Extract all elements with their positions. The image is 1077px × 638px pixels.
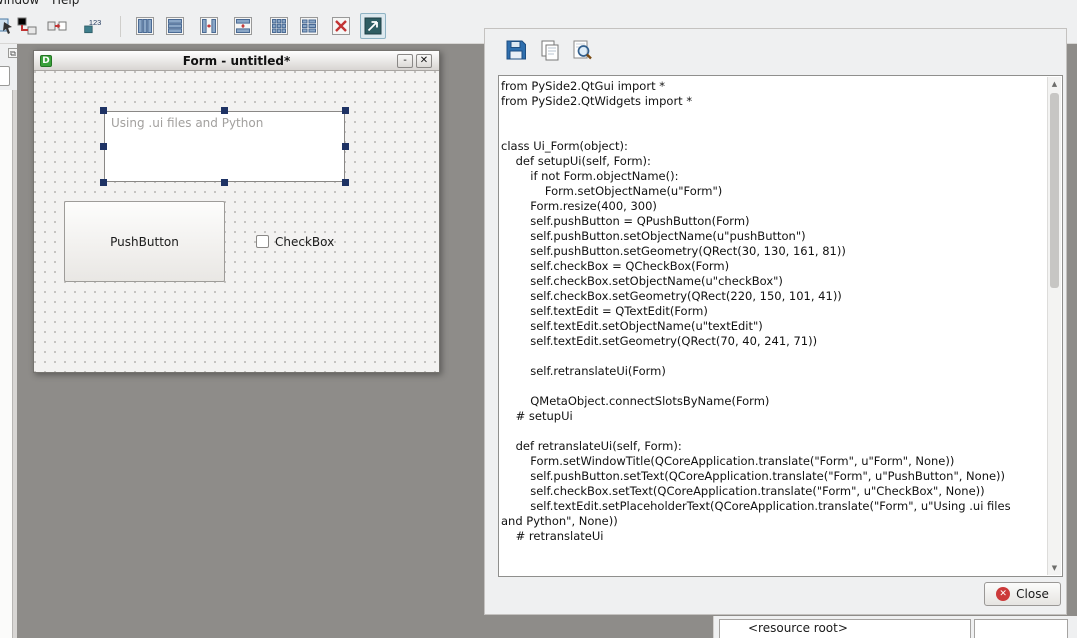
code-line <box>501 349 1045 364</box>
layout-grid-icon[interactable] <box>266 13 292 39</box>
widget-filter-input[interactable] <box>0 66 10 86</box>
menubar: Window Help <box>0 0 1077 9</box>
code-lines: from PySide2.QtGui import *from PySide2.… <box>501 79 1045 574</box>
selection-handle-top-right[interactable] <box>342 107 349 114</box>
close-button-form[interactable]: ✕ <box>416 54 432 68</box>
code-line: self.textEdit = QTextEdit(Form) <box>501 304 1045 319</box>
menu-window[interactable]: Window <box>0 0 39 7</box>
code-line: self.checkBox.setObjectName(u"checkBox") <box>501 274 1045 289</box>
code-line: # setupUi <box>501 409 1045 424</box>
code-line: def setupUi(self, Form): <box>501 154 1045 169</box>
form-canvas[interactable]: Using .ui files and Python PushButton Ch… <box>34 71 439 372</box>
code-line: self.pushButton.setObjectName(u"pushButt… <box>501 229 1045 244</box>
code-line: self.pushButton.setGeometry(QRect(30, 13… <box>501 244 1045 259</box>
selection-handle-middle-right[interactable] <box>342 143 349 150</box>
menu-help[interactable]: Help <box>52 0 79 7</box>
code-line: if not Form.objectName(): <box>501 169 1045 184</box>
code-line: self.checkBox.setGeometry(QRect(220, 150… <box>501 289 1045 304</box>
code-line <box>501 124 1045 139</box>
selection-handle-bottom-right[interactable] <box>342 179 349 186</box>
code-line: from PySide2.QtGui import * <box>501 79 1045 94</box>
close-dialog-button[interactable]: ✕ Close <box>984 582 1061 606</box>
scroll-up-icon[interactable]: ▲ <box>1048 77 1061 91</box>
textedit-widget[interactable]: Using .ui files and Python <box>104 111 345 182</box>
selection-handle-top-middle[interactable] <box>221 107 228 114</box>
code-preview-dialog: from PySide2.QtGui import *from PySide2.… <box>484 28 1067 615</box>
svg-text:123: 123 <box>89 18 102 27</box>
layout-form-icon[interactable] <box>296 13 322 39</box>
code-line <box>501 424 1045 439</box>
code-line: Form.setWindowTitle(QCoreApplication.tra… <box>501 454 1045 469</box>
layout-vertical-icon[interactable] <box>162 13 188 39</box>
code-line: self.pushButton.setText(QCoreApplication… <box>501 469 1045 484</box>
close-red-icon: ✕ <box>996 587 1010 601</box>
code-line: self.textEdit.setObjectName(u"textEdit") <box>501 319 1045 334</box>
resource-browser-panel: <resource root> <box>713 616 1077 638</box>
checkbox-widget[interactable]: CheckBox <box>254 221 355 262</box>
save-icon[interactable] <box>503 37 529 63</box>
selection-handle-top-left[interactable] <box>100 107 107 114</box>
code-line: self.textEdit.setPlaceholderText(QCoreAp… <box>501 499 1045 514</box>
textedit-field[interactable]: Using .ui files and Python <box>104 111 345 182</box>
code-line: class Ui_Form(object): <box>501 139 1045 154</box>
code-line <box>501 379 1045 394</box>
edit-buddies-icon[interactable] <box>44 13 70 39</box>
close-button-label: Close <box>1016 587 1049 601</box>
code-line: # retranslateUi <box>501 529 1045 544</box>
form-window: D Form - untitled* - ✕ Using .ui files a… <box>33 50 440 373</box>
edit-signals-slots-icon[interactable] <box>14 13 40 39</box>
code-line: and Python", None)) <box>501 514 1045 529</box>
selection-handle-middle-left[interactable] <box>100 143 107 150</box>
selection-handle-bottom-left[interactable] <box>100 179 107 186</box>
code-vertical-scrollbar[interactable]: ▲ ▼ <box>1047 77 1061 575</box>
edit-tab-order-icon[interactable]: 123 <box>78 13 108 39</box>
form-window-titlebar[interactable]: D Form - untitled* - ✕ <box>34 51 439 71</box>
break-layout-icon[interactable] <box>328 13 354 39</box>
resource-detail-box[interactable] <box>974 619 1068 638</box>
code-line <box>501 109 1045 124</box>
code-line: Form.setObjectName(u"Form") <box>501 184 1045 199</box>
code-line: from PySide2.QtWidgets import * <box>501 94 1045 109</box>
layout-vertical-splitter-icon[interactable] <box>230 13 256 39</box>
code-line: self.pushButton = QPushButton(Form) <box>501 214 1045 229</box>
qt-designer-screen: Window Help 123 <box>0 0 1077 638</box>
widget-box-dock: ⧉ ✕ <box>0 44 17 638</box>
resource-root-item[interactable]: <resource root> <box>719 619 971 638</box>
code-line: self.retranslateUi(Form) <box>501 364 1045 379</box>
copy-icon[interactable] <box>537 37 563 63</box>
toolbar-separator <box>120 16 121 37</box>
layout-horizontal-splitter-icon[interactable] <box>196 13 222 39</box>
selection-handle-bottom-middle[interactable] <box>221 179 228 186</box>
scroll-down-icon[interactable]: ▼ <box>1048 561 1061 575</box>
code-line: QMetaObject.connectSlotsByName(Form) <box>501 394 1045 409</box>
adjust-size-icon[interactable] <box>360 13 386 39</box>
minimize-button[interactable]: - <box>397 54 413 68</box>
code-line: def retranslateUi(self, Form): <box>501 439 1045 454</box>
code-line: self.textEdit.setGeometry(QRect(70, 40, … <box>501 334 1045 349</box>
widget-box-panel[interactable] <box>0 90 13 638</box>
pushbutton-widget[interactable]: PushButton <box>64 201 225 282</box>
code-text-area[interactable]: from PySide2.QtGui import *from PySide2.… <box>498 75 1063 577</box>
code-line: Form.resize(400, 300) <box>501 199 1045 214</box>
checkbox-label: CheckBox <box>275 235 334 249</box>
code-line: self.checkBox = QCheckBox(Form) <box>501 259 1045 274</box>
layout-horizontal-icon[interactable] <box>132 13 158 39</box>
find-icon[interactable] <box>569 37 595 63</box>
code-line: self.checkBox.setText(QCoreApplication.t… <box>501 484 1045 499</box>
checkbox-box[interactable] <box>256 235 269 248</box>
form-window-title: Form - untitled* <box>34 54 439 68</box>
scrollbar-thumb[interactable] <box>1050 93 1059 288</box>
textedit-placeholder: Using .ui files and Python <box>105 112 344 134</box>
